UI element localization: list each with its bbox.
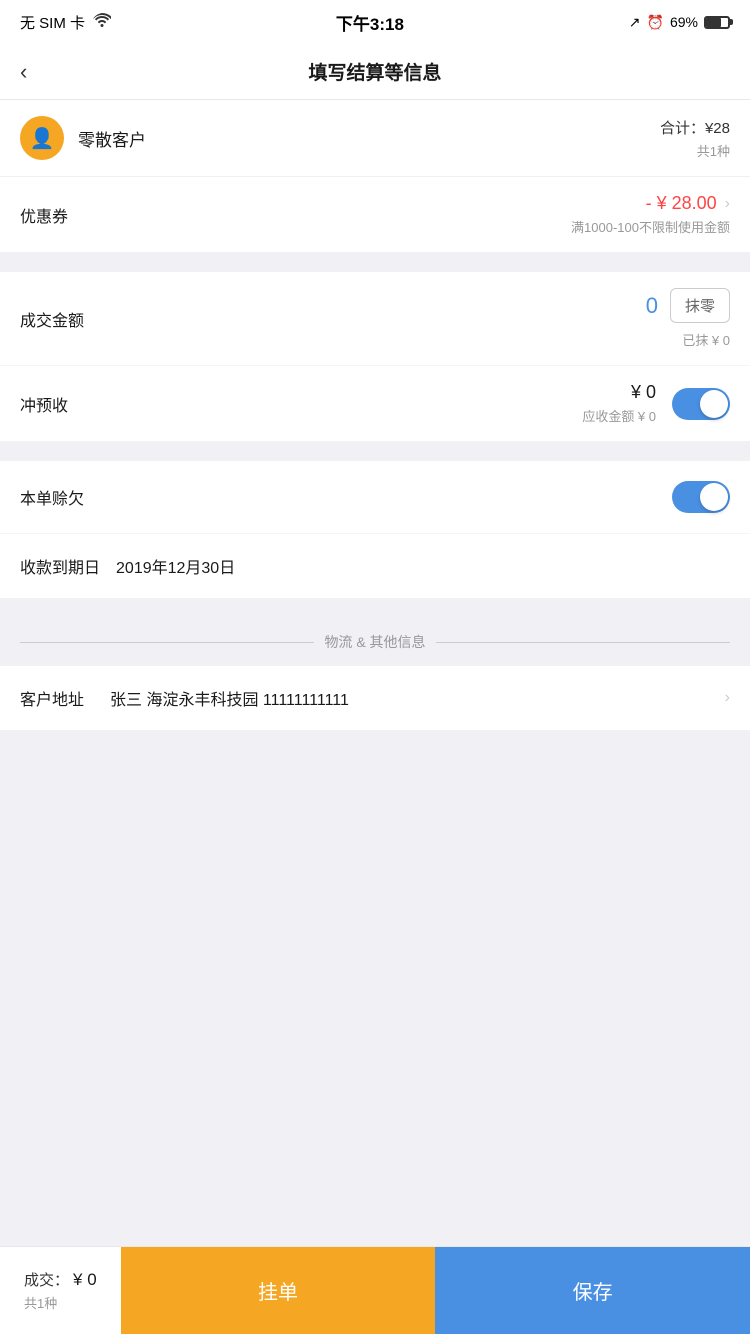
bottom-actions: 挂单 保存 xyxy=(121,1247,750,1334)
separator-3 xyxy=(0,608,750,618)
back-icon: ‹ xyxy=(20,59,27,85)
bottom-deal-label: 成交： xyxy=(24,1269,69,1290)
debit-section: 本单赊欠 收款到期日 2019年12月30日 xyxy=(0,461,750,598)
status-bar: 无 SIM 卡 下午3:18 ↗ ⏰ 69% xyxy=(0,0,750,44)
customer-section: 👤 零散客户 合计：¥28 共1种 优惠券 - ¥ 28.00 › 满1000-… xyxy=(0,100,750,252)
due-date-row[interactable]: 收款到期日 2019年12月30日 xyxy=(0,533,750,598)
round-off-button[interactable]: 抹零 xyxy=(670,288,730,323)
empty-space xyxy=(0,740,750,940)
coupon-description: 满1000-100不限制使用金额 xyxy=(571,217,730,236)
status-left: 无 SIM 卡 xyxy=(20,12,111,33)
customer-left: 👤 零散客户 xyxy=(20,116,146,160)
due-date-label: 收款到期日 xyxy=(20,554,100,578)
toggle-knob xyxy=(700,390,728,418)
separator-1 xyxy=(0,262,750,272)
prepayment-label: 冲预收 xyxy=(20,392,68,416)
nav-bar: ‹ 填写结算等信息 xyxy=(0,44,750,100)
page-title: 填写结算等信息 xyxy=(308,58,441,85)
address-section: 客户地址 张三 海淀永丰科技园 11111111111 › xyxy=(0,666,750,730)
transaction-section: 成交金额 0 抹零 已抹 ¥ 0 冲预收 ¥ 0 应收金额 ¥ 0 xyxy=(0,272,750,441)
address-value: 张三 海淀永丰科技园 11111111111 xyxy=(110,686,725,710)
status-time: 下午3:18 xyxy=(336,10,404,35)
transaction-value[interactable]: 0 xyxy=(646,293,658,319)
bottom-info: 成交： ¥ 0 共1种 xyxy=(0,1247,121,1334)
prepayment-right: ¥ 0 应收金额 ¥ 0 xyxy=(582,382,730,425)
coupon-amount: - ¥ 28.00 xyxy=(646,193,717,214)
chevron-right-icon: › xyxy=(725,195,730,213)
separator-2 xyxy=(0,451,750,461)
address-label: 客户地址 xyxy=(20,686,100,710)
customer-total: 合计：¥28 xyxy=(660,117,730,138)
bottom-bar: 成交： ¥ 0 共1种 挂单 保存 xyxy=(0,1246,750,1334)
transaction-label: 成交金额 xyxy=(20,307,84,331)
prepayment-toggle[interactable] xyxy=(672,388,730,420)
logistics-label: 物流 & 其他信息 xyxy=(324,632,425,652)
wifi-icon xyxy=(93,13,111,31)
customer-name: 零散客户 xyxy=(78,126,146,151)
logistics-line-right xyxy=(436,642,730,643)
customer-count: 共1种 xyxy=(660,141,730,160)
save-button[interactable]: 保存 xyxy=(435,1247,750,1334)
bottom-deal-amount: ¥ 0 xyxy=(73,1270,97,1290)
hang-order-button[interactable]: 挂单 xyxy=(121,1247,436,1334)
address-row[interactable]: 客户地址 张三 海淀永丰科技园 11111111111 › xyxy=(0,666,750,730)
debit-toggle[interactable] xyxy=(672,481,730,513)
transaction-right: 0 抹零 已抹 ¥ 0 xyxy=(646,288,730,349)
avatar-icon: 👤 xyxy=(30,126,55,151)
customer-row: 👤 零散客户 合计：¥28 共1种 xyxy=(0,100,750,176)
logistics-line-left xyxy=(20,642,314,643)
battery-label: 69% xyxy=(670,14,698,30)
debit-row: 本单赊欠 xyxy=(0,461,750,533)
back-button[interactable]: ‹ xyxy=(20,59,27,85)
coupon-right-col: - ¥ 28.00 › 满1000-100不限制使用金额 xyxy=(571,193,730,236)
status-right: ↗ ⏰ 69% xyxy=(629,14,730,31)
transaction-subtext: 已抹 ¥ 0 xyxy=(682,330,730,349)
bottom-count: 共1种 xyxy=(24,1293,97,1312)
avatar: 👤 xyxy=(20,116,64,160)
battery-icon xyxy=(704,16,730,29)
carrier-label: 无 SIM 卡 xyxy=(20,12,85,33)
debit-label: 本单赊欠 xyxy=(20,485,84,509)
prepayment-values: ¥ 0 应收金额 ¥ 0 xyxy=(582,382,656,425)
customer-right: 合计：¥28 共1种 xyxy=(660,117,730,160)
coupon-label: 优惠券 xyxy=(20,203,68,227)
alarm-icon: ⏰ xyxy=(647,14,664,31)
debit-toggle-knob xyxy=(700,483,728,511)
content-area: 👤 零散客户 合计：¥28 共1种 优惠券 - ¥ 28.00 › 满1000-… xyxy=(0,100,750,1030)
prepayment-amount: ¥ 0 xyxy=(582,382,656,403)
due-date-value: 2019年12月30日 xyxy=(116,554,235,578)
address-chevron-icon: › xyxy=(725,689,730,707)
logistics-header: 物流 & 其他信息 xyxy=(0,618,750,666)
prepayment-row: 冲预收 ¥ 0 应收金额 ¥ 0 xyxy=(0,366,750,441)
coupon-row[interactable]: 优惠券 - ¥ 28.00 › 满1000-100不限制使用金额 xyxy=(0,176,750,252)
prepayment-subtext: 应收金额 ¥ 0 xyxy=(582,406,656,425)
transaction-row: 成交金额 0 抹零 已抹 ¥ 0 xyxy=(0,272,750,366)
location-icon: ↗ xyxy=(629,14,641,31)
